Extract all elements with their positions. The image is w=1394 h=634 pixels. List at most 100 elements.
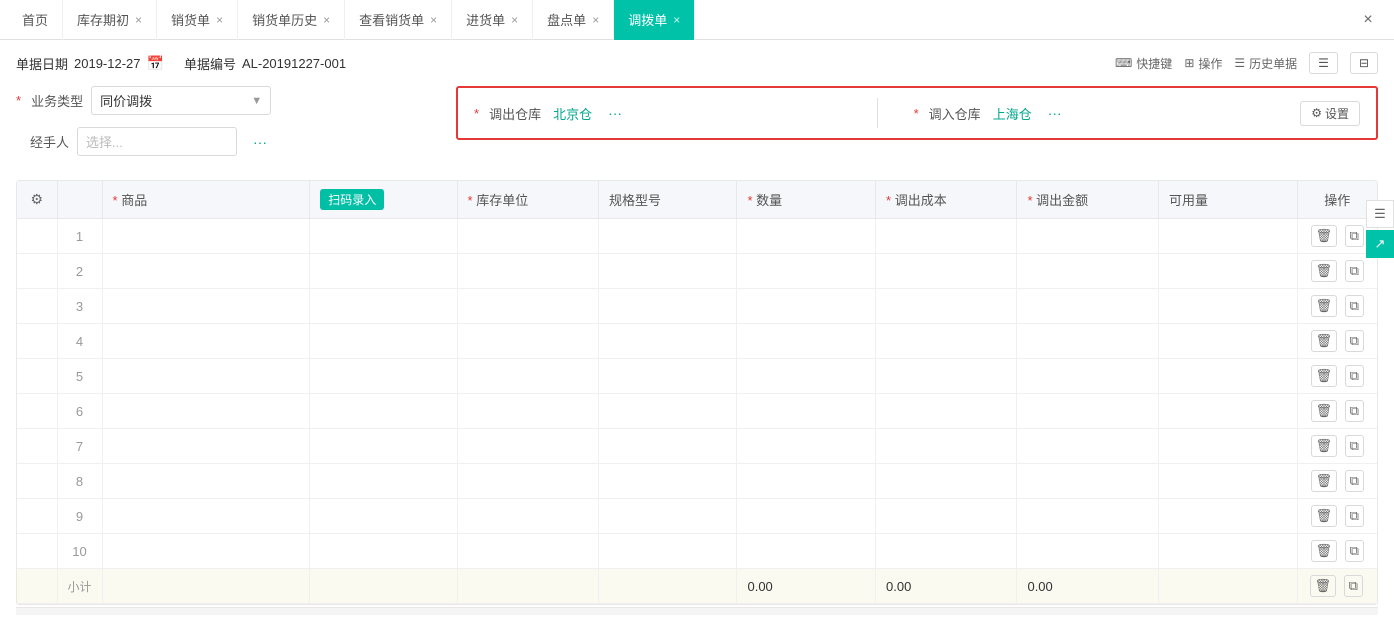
tab-inventory-init[interactable]: 库存期初 × (63, 0, 157, 40)
tab-close-purchase[interactable]: × (511, 13, 518, 27)
layout-list-button[interactable]: ☰ (1309, 52, 1338, 74)
table-row: 7 🗑 ⧉ (17, 429, 1377, 464)
row-num-5: 5 (57, 359, 102, 394)
grid2-icon: ⊟ (1359, 56, 1369, 70)
subtotal-delete-button[interactable]: 🗑 (1310, 575, 1337, 597)
layout-grid-button[interactable]: ⊟ (1350, 52, 1378, 74)
handler-more-button[interactable]: ··· (253, 134, 267, 150)
table-row: 8 🗑 ⧉ (17, 464, 1377, 499)
row-copy-10[interactable]: ⧉ (1345, 540, 1364, 562)
history-button[interactable]: ☰ 历史单据 (1234, 55, 1297, 72)
target-warehouse-value: 上海仓 (993, 104, 1032, 123)
source-warehouse-more-button[interactable]: ··· (608, 105, 622, 121)
row-delete-8[interactable]: 🗑 (1311, 470, 1338, 492)
handler-input[interactable]: 选择... (77, 127, 237, 156)
warehouse-section: * 调出仓库 北京仓 ··· * 调入仓库 上海仓 ··· ⚙ 设置 (456, 86, 1378, 140)
tab-purchase[interactable]: 进货单 × (452, 0, 533, 40)
business-type-row: * 业务类型 同价调拨 ▼ (16, 86, 456, 115)
window-close-button[interactable]: × (1350, 0, 1386, 40)
horizontal-scrollbar[interactable] (16, 607, 1378, 615)
panel-list-button[interactable]: ☰ (1366, 200, 1394, 228)
row-delete-3[interactable]: 🗑 (1311, 295, 1338, 317)
row-copy-1[interactable]: ⧉ (1345, 225, 1364, 247)
subtotal-row: 小计 0.00 0.00 0.00 🗑 ⧉ (17, 569, 1377, 604)
col-ops-header: 操作 (1297, 181, 1377, 219)
col-amount-header: * 调出金额 (1017, 181, 1158, 219)
row-num-1: 1 (57, 219, 102, 254)
doc-header-left: 单据日期 2019-12-27 📅 单据编号 AL-20191227-001 (16, 54, 346, 73)
calendar-icon[interactable]: 📅 (147, 55, 164, 72)
list-icon: ☰ (1318, 56, 1329, 70)
warehouse-divider (877, 98, 878, 128)
history-icon: ☰ (1234, 56, 1245, 70)
tab-close-transfer[interactable]: × (673, 13, 680, 27)
row-delete-10[interactable]: 🗑 (1311, 540, 1338, 562)
tab-close-inventory-check[interactable]: × (592, 13, 599, 27)
table-settings-icon[interactable]: ⚙ (30, 191, 43, 207)
tab-view-sales[interactable]: 查看销货单 × (345, 0, 452, 40)
row-copy-5[interactable]: ⧉ (1345, 365, 1364, 387)
warehouse-settings-button[interactable]: ⚙ 设置 (1300, 101, 1360, 126)
handler-row: 经手人 选择... ··· (16, 127, 456, 156)
form-section: * 业务类型 同价调拨 ▼ 经手人 选择... ··· * 调出仓库 北京仓 (16, 86, 1378, 168)
row-delete-6[interactable]: 🗑 (1311, 400, 1338, 422)
target-warehouse-more-button[interactable]: ··· (1048, 105, 1062, 121)
main-content: 单据日期 2019-12-27 📅 单据编号 AL-20191227-001 ⌨… (0, 40, 1394, 634)
row-num-4: 4 (57, 324, 102, 359)
tab-sales-order[interactable]: 销货单 × (157, 0, 238, 40)
row-copy-8[interactable]: ⧉ (1345, 470, 1364, 492)
table-row: 10 🗑 ⧉ (17, 534, 1377, 569)
subtotal-label: 小计 (57, 569, 102, 604)
operation-button[interactable]: ⊞ 操作 (1184, 55, 1222, 72)
table-row: 3 🗑 ⧉ (17, 289, 1377, 324)
settings-icon: ⚙ (1311, 106, 1322, 120)
grid-icon: ⊞ (1184, 56, 1194, 70)
row-copy-2[interactable]: ⧉ (1345, 260, 1364, 282)
row-delete-5[interactable]: 🗑 (1311, 365, 1338, 387)
row-copy-3[interactable]: ⧉ (1345, 295, 1364, 317)
panel-export-button[interactable]: ↗ (1366, 230, 1394, 258)
row-copy-9[interactable]: ⧉ (1345, 505, 1364, 527)
row-copy-7[interactable]: ⧉ (1345, 435, 1364, 457)
table-row: 2 🗑 ⧉ (17, 254, 1377, 289)
tab-inventory-check[interactable]: 盘点单 × (533, 0, 614, 40)
document-header: 单据日期 2019-12-27 📅 单据编号 AL-20191227-001 ⌨… (16, 52, 1378, 74)
row-delete-7[interactable]: 🗑 (1311, 435, 1338, 457)
subtotal-cost: 0.00 (876, 569, 1017, 604)
tab-close-sales-order[interactable]: × (216, 13, 223, 27)
row-delete-2[interactable]: 🗑 (1311, 260, 1338, 282)
col-settings: ⚙ (17, 181, 57, 219)
tab-home[interactable]: 首页 (8, 0, 63, 40)
row-num-9: 9 (57, 499, 102, 534)
business-type-required: * (16, 93, 21, 108)
col-num (57, 181, 102, 219)
tab-close-view-sales[interactable]: × (430, 13, 437, 27)
shortcut-button[interactable]: ⌨ 快捷键 (1115, 55, 1172, 72)
row-copy-6[interactable]: ⧉ (1345, 400, 1364, 422)
row-copy-4[interactable]: ⧉ (1345, 330, 1364, 352)
doc-date-label: 单据日期 (16, 54, 68, 73)
product-table-wrapper: ⚙ * 商品 扫码录入 * 库存单位 规格型号 (16, 180, 1378, 605)
col-product-header: * 商品 (102, 181, 310, 219)
table-body: 1 🗑 ⧉ 2 🗑 ⧉ (17, 219, 1377, 604)
business-type-value: 同价调拨 (100, 91, 152, 110)
row-delete-9[interactable]: 🗑 (1311, 505, 1338, 527)
tab-close-sales-history[interactable]: × (323, 13, 330, 27)
col-unit-header: * 库存单位 (457, 181, 598, 219)
subtotal-copy-button[interactable]: ⧉ (1344, 575, 1363, 597)
row-num-3: 3 (57, 289, 102, 324)
table-row: 6 🗑 ⧉ (17, 394, 1377, 429)
doc-number-value: AL-20191227-001 (242, 56, 346, 71)
table-row: 1 🗑 ⧉ (17, 219, 1377, 254)
business-type-select[interactable]: 同价调拨 ▼ (91, 86, 271, 115)
tab-sales-history[interactable]: 销货单历史 × (238, 0, 345, 40)
tab-close-inventory-init[interactable]: × (135, 13, 142, 27)
scan-button[interactable]: 扫码录入 (320, 189, 384, 210)
right-panel: ☰ ↗ (1366, 200, 1394, 258)
row-delete-1[interactable]: 🗑 (1311, 225, 1338, 247)
doc-number-field: 单据编号 AL-20191227-001 (184, 54, 346, 73)
col-spec-header: 规格型号 (598, 181, 737, 219)
source-warehouse-required: * (474, 106, 479, 121)
tab-transfer[interactable]: 调拨单 × (614, 0, 695, 40)
row-delete-4[interactable]: 🗑 (1311, 330, 1338, 352)
